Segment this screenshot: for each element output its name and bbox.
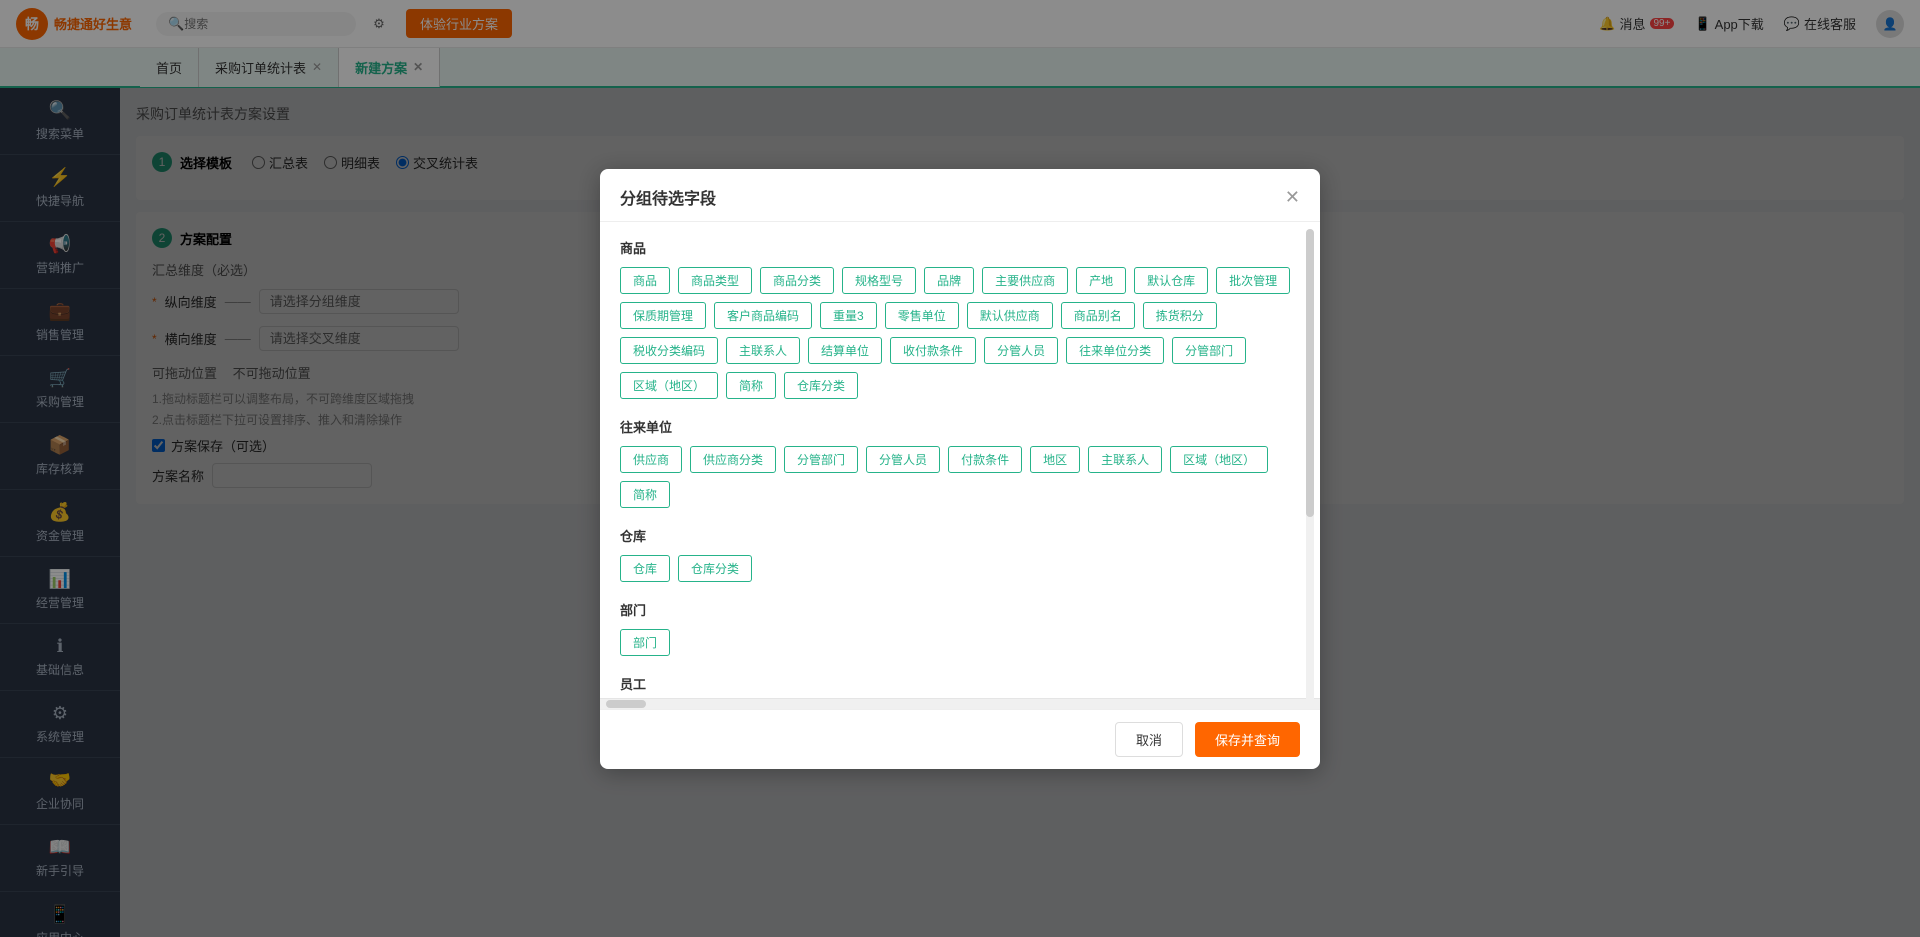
field-tag[interactable]: 付款条件 xyxy=(948,446,1022,473)
field-tag[interactable]: 主联系人 xyxy=(726,337,800,364)
section-partner-title: 往来单位 xyxy=(620,417,1300,436)
section-product-title: 商品 xyxy=(620,238,1300,257)
field-tag[interactable]: 区域（地区） xyxy=(1170,446,1268,473)
field-tag[interactable]: 仓库分类 xyxy=(678,555,752,582)
section-department-title: 部门 xyxy=(620,600,1300,619)
field-tag[interactable]: 商品别名 xyxy=(1061,302,1135,329)
modal-title: 分组待选字段 xyxy=(620,185,716,209)
field-tag[interactable]: 零售单位 xyxy=(885,302,959,329)
field-tag[interactable]: 分管部门 xyxy=(1172,337,1246,364)
field-tag[interactable]: 重量3 xyxy=(820,302,877,329)
field-tag[interactable]: 拣货积分 xyxy=(1143,302,1217,329)
modal-footer: 取消 保存并查询 xyxy=(600,709,1320,769)
field-tag[interactable]: 主联系人 xyxy=(1088,446,1162,473)
field-tag[interactable]: 简称 xyxy=(726,372,776,399)
section-warehouse-title: 仓库 xyxy=(620,526,1300,545)
section-warehouse: 仓库 仓库 仓库分类 xyxy=(620,526,1300,582)
section-product: 商品 商品 商品类型 商品分类 规格型号 品牌 主要供应商 产地 默认仓库 批次… xyxy=(620,238,1300,399)
field-tag[interactable]: 区域（地区） xyxy=(620,372,718,399)
horizontal-scrollbar-thumb[interactable] xyxy=(606,700,646,708)
section-department-tags: 部门 xyxy=(620,629,1300,656)
field-tag[interactable]: 往来单位分类 xyxy=(1066,337,1164,364)
field-tag[interactable]: 分管人员 xyxy=(984,337,1058,364)
field-tag[interactable]: 商品 xyxy=(620,267,670,294)
field-tag[interactable]: 分管部门 xyxy=(784,446,858,473)
modal-header: 分组待选字段 ✕ xyxy=(600,169,1320,222)
field-tag[interactable]: 商品分类 xyxy=(760,267,834,294)
field-tag[interactable]: 供应商 xyxy=(620,446,682,473)
field-tag[interactable]: 批次管理 xyxy=(1216,267,1290,294)
field-tag[interactable]: 产地 xyxy=(1076,267,1126,294)
field-tag[interactable]: 默认仓库 xyxy=(1134,267,1208,294)
field-tag[interactable]: 客户商品编码 xyxy=(714,302,812,329)
section-employee: 员工 业务员 xyxy=(620,674,1300,699)
section-employee-title: 员工 xyxy=(620,674,1300,693)
field-tag[interactable]: 默认供应商 xyxy=(967,302,1053,329)
field-tag[interactable]: 分管人员 xyxy=(866,446,940,473)
field-tag[interactable]: 部门 xyxy=(620,629,670,656)
field-tag[interactable]: 仓库 xyxy=(620,555,670,582)
field-tag[interactable]: 简称 xyxy=(620,481,670,508)
field-tag[interactable]: 仓库分类 xyxy=(784,372,858,399)
confirm-button[interactable]: 保存并查询 xyxy=(1195,722,1300,757)
horizontal-scrollbar xyxy=(600,698,1320,708)
section-partner-tags: 供应商 供应商分类 分管部门 分管人员 付款条件 地区 主联系人 区域（地区） … xyxy=(620,446,1300,508)
section-warehouse-tags: 仓库 仓库分类 xyxy=(620,555,1300,582)
section-department: 部门 部门 xyxy=(620,600,1300,656)
field-tag[interactable]: 主要供应商 xyxy=(982,267,1068,294)
field-tag[interactable]: 供应商分类 xyxy=(690,446,776,473)
section-product-tags: 商品 商品类型 商品分类 规格型号 品牌 主要供应商 产地 默认仓库 批次管理 … xyxy=(620,267,1300,399)
modal-close-button[interactable]: ✕ xyxy=(1285,188,1300,206)
cancel-button[interactable]: 取消 xyxy=(1115,722,1183,757)
scrollbar-thumb[interactable] xyxy=(1306,229,1314,517)
field-tag[interactable]: 地区 xyxy=(1030,446,1080,473)
modal-body: 商品 商品 商品类型 商品分类 规格型号 品牌 主要供应商 产地 默认仓库 批次… xyxy=(600,222,1320,699)
modal-overlay: 分组待选字段 ✕ 商品 商品 商品类型 商品分类 规格型号 品牌 主要供应商 产… xyxy=(0,0,1920,937)
field-tag[interactable]: 规格型号 xyxy=(842,267,916,294)
modal: 分组待选字段 ✕ 商品 商品 商品类型 商品分类 规格型号 品牌 主要供应商 产… xyxy=(600,169,1320,769)
field-tag[interactable]: 结算单位 xyxy=(808,337,882,364)
scrollbar-track xyxy=(1306,229,1314,709)
field-tag[interactable]: 税收分类编码 xyxy=(620,337,718,364)
field-tag[interactable]: 保质期管理 xyxy=(620,302,706,329)
field-tag[interactable]: 收付款条件 xyxy=(890,337,976,364)
section-partner: 往来单位 供应商 供应商分类 分管部门 分管人员 付款条件 地区 主联系人 区域… xyxy=(620,417,1300,508)
field-tag[interactable]: 商品类型 xyxy=(678,267,752,294)
field-tag[interactable]: 品牌 xyxy=(924,267,974,294)
